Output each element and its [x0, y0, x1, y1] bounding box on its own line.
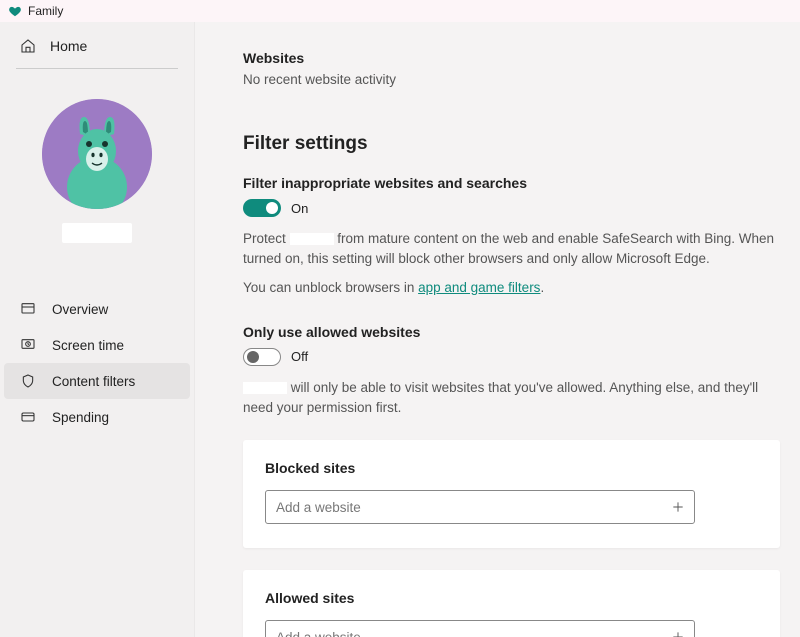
add-blocked-site-button[interactable]	[669, 498, 687, 516]
redacted-name	[243, 382, 287, 394]
filter-inappropriate-state: On	[291, 201, 308, 216]
filter-inappropriate-toggle[interactable]	[243, 199, 281, 217]
sidebar-item-overview[interactable]: Overview	[0, 291, 194, 327]
sidebar-item-label: Content filters	[52, 374, 135, 389]
sidebar-item-label: Spending	[52, 410, 109, 425]
add-allowed-site-button[interactable]	[669, 628, 687, 637]
home-icon	[20, 38, 36, 54]
spending-icon	[20, 409, 36, 425]
family-app-icon	[8, 4, 22, 18]
titlebar: Family	[0, 0, 800, 22]
blocked-sites-card: Blocked sites	[243, 440, 780, 548]
sidebar-item-screen-time[interactable]: Screen time	[0, 327, 194, 363]
sidebar: Home	[0, 22, 195, 637]
allowed-sites-card: Allowed sites	[243, 570, 780, 637]
shield-icon	[20, 373, 36, 389]
websites-section: Websites No recent website activity	[243, 50, 780, 87]
allowed-only-state: Off	[291, 349, 308, 364]
allowed-only-setting: Only use allowed websites Off will only …	[243, 324, 780, 419]
allowed-sites-title: Allowed sites	[265, 590, 758, 606]
websites-empty-text: No recent website activity	[243, 72, 780, 87]
allowed-only-description: will only be able to visit websites that…	[243, 378, 780, 419]
filter-settings-heading: Filter settings	[243, 133, 780, 155]
overview-icon	[20, 301, 36, 317]
allowed-site-input[interactable]	[265, 620, 695, 637]
home-link[interactable]: Home	[0, 30, 194, 62]
redacted-name	[290, 233, 334, 245]
home-label: Home	[50, 38, 87, 54]
allowed-only-title: Only use allowed websites	[243, 324, 780, 340]
filter-inappropriate-title: Filter inappropriate websites and search…	[243, 175, 780, 191]
divider	[16, 68, 178, 69]
sidebar-item-spending[interactable]: Spending	[0, 399, 194, 435]
sidebar-item-label: Screen time	[52, 338, 124, 353]
sidebar-nav: Overview Screen time Content filters Spe…	[0, 291, 194, 435]
main-content: Websites No recent website activity Filt…	[195, 22, 800, 637]
filter-unblock-note: You can unblock browsers in app and game…	[243, 278, 780, 298]
blocked-site-input[interactable]	[265, 490, 695, 524]
sidebar-item-content-filters[interactable]: Content filters	[4, 363, 190, 399]
blocked-sites-title: Blocked sites	[265, 460, 758, 476]
allowed-only-toggle[interactable]	[243, 348, 281, 366]
filter-inappropriate-setting: Filter inappropriate websites and search…	[243, 175, 780, 298]
profile-name	[62, 223, 132, 243]
filter-inappropriate-description: Protect from mature content on the web a…	[243, 229, 780, 270]
websites-heading: Websites	[243, 50, 780, 66]
app-title: Family	[28, 4, 63, 18]
profile-block	[0, 75, 194, 261]
avatar[interactable]	[42, 99, 152, 209]
screen-time-icon	[20, 337, 36, 353]
sidebar-item-label: Overview	[52, 302, 108, 317]
app-game-filters-link[interactable]: app and game filters	[418, 280, 540, 295]
